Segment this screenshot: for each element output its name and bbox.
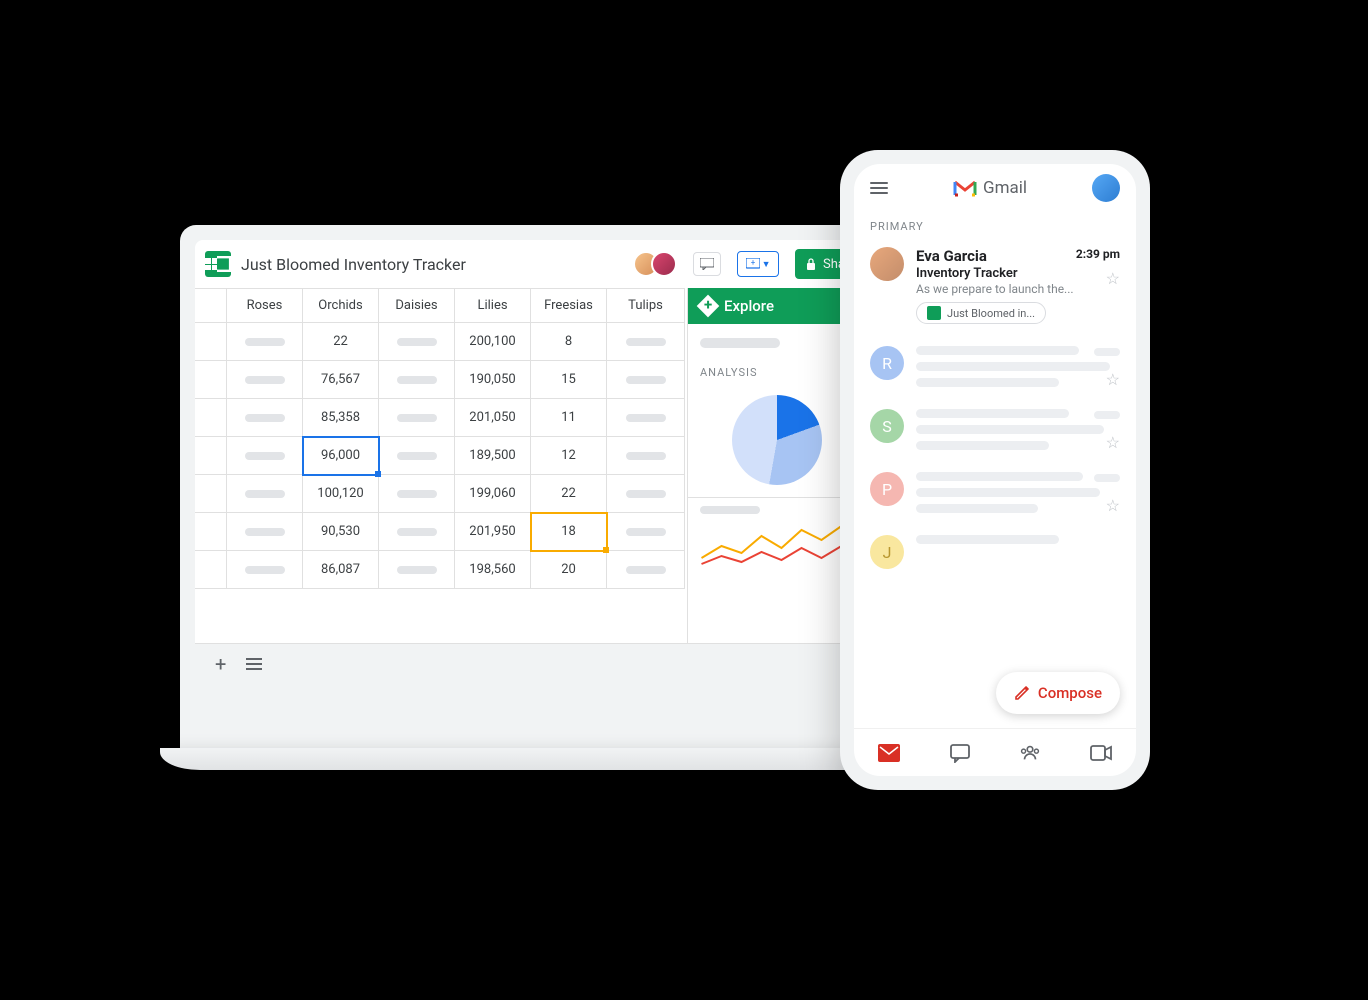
compose-button[interactable]: Compose [996, 672, 1120, 714]
account-avatar[interactable] [1092, 174, 1120, 202]
email-subject: Inventory Tracker [916, 266, 1120, 281]
bottom-nav [854, 728, 1136, 776]
gmail-icon [953, 179, 977, 197]
gmail-logo: Gmail [904, 178, 1076, 198]
nav-chat-icon[interactable] [949, 742, 971, 764]
collaborator-cell[interactable]: 18 [531, 513, 607, 551]
sheets-window: Just Bloomed Inventory Tracker + ▼ Sha R… [195, 240, 865, 683]
sender-avatar: S [870, 409, 904, 443]
col-header[interactable]: Daisies [379, 289, 455, 323]
table-row: 90,530201,95018 [195, 513, 685, 551]
table-row: 86,087198,56020 [195, 551, 685, 589]
sheets-titlebar: Just Bloomed Inventory Tracker + ▼ Sha [195, 240, 865, 288]
explore-header[interactable]: Explore [688, 288, 865, 324]
col-header[interactable]: Tulips [607, 289, 685, 323]
explore-panel: Explore ANALYSIS [687, 288, 865, 683]
email-item[interactable]: Eva Garcia Inventory Tracker As we prepa… [854, 243, 1136, 338]
sheets-chip-icon [927, 306, 941, 320]
sheets-logo-icon [205, 251, 231, 277]
col-header[interactable]: Orchids [303, 289, 379, 323]
attachment-chip[interactable]: Just Bloomed in... [916, 302, 1046, 324]
svg-text:+: + [750, 258, 755, 267]
sender-avatar: J [870, 535, 904, 569]
collaborator-avatars [641, 251, 677, 277]
email-item-placeholder[interactable]: R ☆ [854, 338, 1136, 401]
col-header[interactable]: Roses [227, 289, 303, 323]
nav-mail-icon[interactable] [878, 742, 900, 764]
avatar[interactable] [651, 251, 677, 277]
all-sheets-icon[interactable] [246, 658, 262, 670]
email-item-placeholder[interactable]: S ☆ [854, 401, 1136, 464]
table-row: 100,120199,06022 [195, 475, 685, 513]
analysis-label: ANALYSIS [688, 356, 865, 385]
pie-chart-icon[interactable] [732, 395, 822, 485]
table-row: 22200,1008 [195, 323, 685, 361]
laptop-base [160, 748, 900, 770]
sender-avatar [870, 247, 904, 281]
sheets-footer: + [195, 643, 865, 683]
present-button[interactable]: + ▼ [737, 251, 779, 277]
email-item-placeholder[interactable]: J [854, 527, 1136, 583]
hamburger-icon[interactable] [870, 182, 888, 194]
sender-avatar: P [870, 472, 904, 506]
table-row: 96,000189,50012 [195, 437, 685, 475]
email-item-placeholder[interactable]: P ☆ [854, 464, 1136, 527]
add-sheet-icon[interactable]: + [215, 652, 226, 676]
explore-icon [697, 295, 720, 318]
col-header[interactable]: Freesias [531, 289, 607, 323]
table-row: 76,567190,05015 [195, 361, 685, 399]
email-snippet: As we prepare to launch the... [916, 282, 1120, 296]
col-header[interactable]: Lilies [455, 289, 531, 323]
comment-icon[interactable] [693, 252, 721, 276]
phone-frame: Gmail PRIMARY Eva Garcia Inventory Track… [840, 150, 1150, 790]
selected-cell[interactable]: 96,000 [303, 437, 379, 475]
laptop-frame: Just Bloomed Inventory Tracker + ▼ Sha R… [180, 225, 880, 750]
star-icon[interactable]: ☆ [1106, 496, 1120, 515]
email-time: 2:39 pm [1076, 247, 1120, 261]
header-row: Roses Orchids Daisies Lilies Freesias Tu… [195, 289, 685, 323]
document-title[interactable]: Just Bloomed Inventory Tracker [241, 255, 631, 274]
spreadsheet-grid[interactable]: Roses Orchids Daisies Lilies Freesias Tu… [195, 288, 685, 589]
star-icon[interactable]: ☆ [1106, 269, 1120, 288]
table-row: 85,358201,05011 [195, 399, 685, 437]
star-icon[interactable]: ☆ [1106, 370, 1120, 389]
sender-avatar: R [870, 346, 904, 380]
gmail-app: Gmail PRIMARY Eva Garcia Inventory Track… [854, 164, 1136, 776]
nav-spaces-icon[interactable] [1019, 742, 1041, 764]
explore-search-placeholder[interactable] [700, 338, 780, 348]
primary-tab-label[interactable]: PRIMARY [854, 212, 1136, 243]
lock-icon [805, 257, 817, 271]
nav-meet-icon[interactable] [1090, 742, 1112, 764]
pencil-icon [1014, 685, 1030, 701]
gmail-topbar: Gmail [854, 164, 1136, 212]
sparkline-chart-icon[interactable] [698, 518, 855, 568]
star-icon[interactable]: ☆ [1106, 433, 1120, 452]
